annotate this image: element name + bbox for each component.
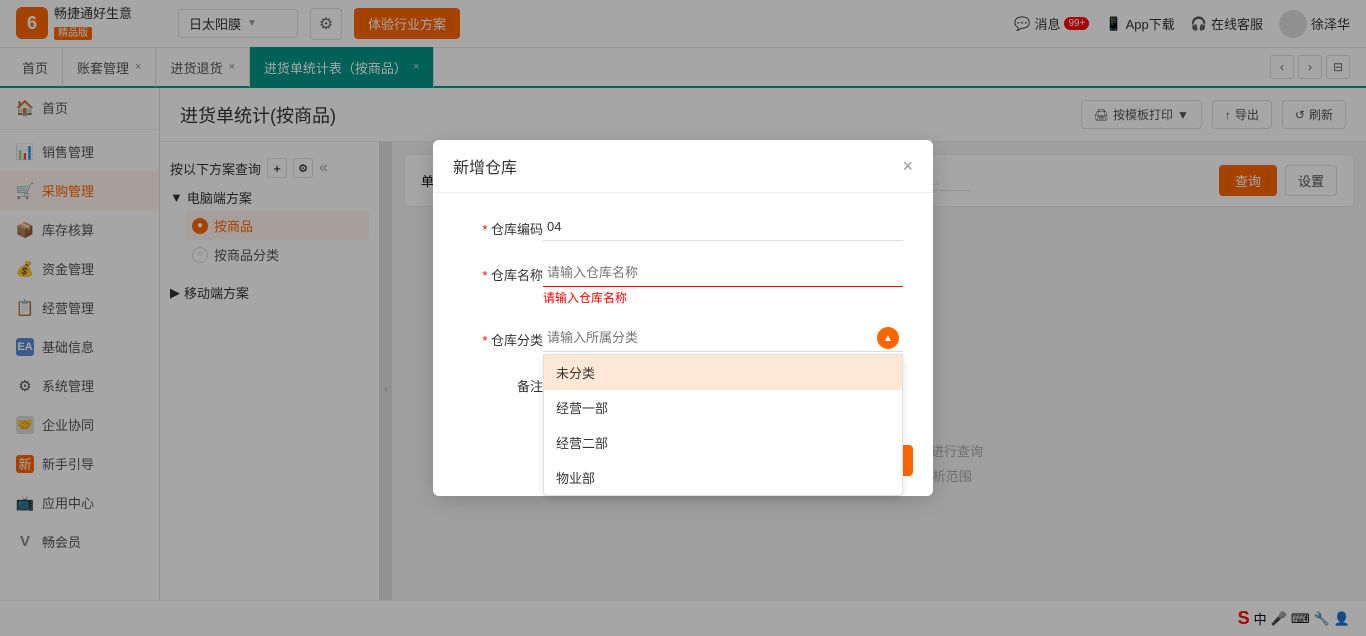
dropdown-item-1[interactable]: 经营一部	[544, 390, 902, 425]
modal-title: 新增仓库	[453, 154, 517, 178]
category-dropdown: 未分类 经营一部 经营二部 物业部	[543, 354, 903, 496]
select-arrow-up-icon[interactable]: ▲	[877, 327, 899, 349]
code-input-wrap	[543, 213, 903, 241]
modal-close-button[interactable]: ×	[902, 157, 913, 175]
modal-header: 新增仓库 ×	[433, 140, 933, 193]
category-input[interactable]	[543, 324, 903, 352]
remark-label: 备注	[463, 370, 543, 395]
name-input[interactable]	[543, 259, 903, 287]
modal-overlay: 新增仓库 × 仓库编码 仓库名称 请输入仓库名称 仓库分类	[0, 0, 1366, 636]
modal-new-warehouse: 新增仓库 × 仓库编码 仓库名称 请输入仓库名称 仓库分类	[433, 140, 933, 496]
code-label: 仓库编码	[463, 213, 543, 238]
category-select-wrap: ▲ 未分类 经营一部 经营二部 物业部	[543, 324, 903, 352]
modal-body: 仓库编码 仓库名称 请输入仓库名称 仓库分类 ▲	[433, 193, 933, 435]
form-row-code: 仓库编码	[463, 213, 903, 241]
name-label: 仓库名称	[463, 259, 543, 284]
dropdown-item-0[interactable]: 未分类	[544, 355, 902, 390]
dropdown-item-3[interactable]: 物业部	[544, 460, 902, 495]
form-row-name: 仓库名称 请输入仓库名称	[463, 259, 903, 306]
name-input-wrap: 请输入仓库名称	[543, 259, 903, 306]
name-error: 请输入仓库名称	[543, 289, 903, 306]
category-label: 仓库分类	[463, 324, 543, 349]
code-input[interactable]	[543, 213, 903, 241]
form-row-category: 仓库分类 ▲ 未分类 经营一部 经营二部 物业部	[463, 324, 903, 352]
dropdown-item-2[interactable]: 经营二部	[544, 425, 902, 460]
